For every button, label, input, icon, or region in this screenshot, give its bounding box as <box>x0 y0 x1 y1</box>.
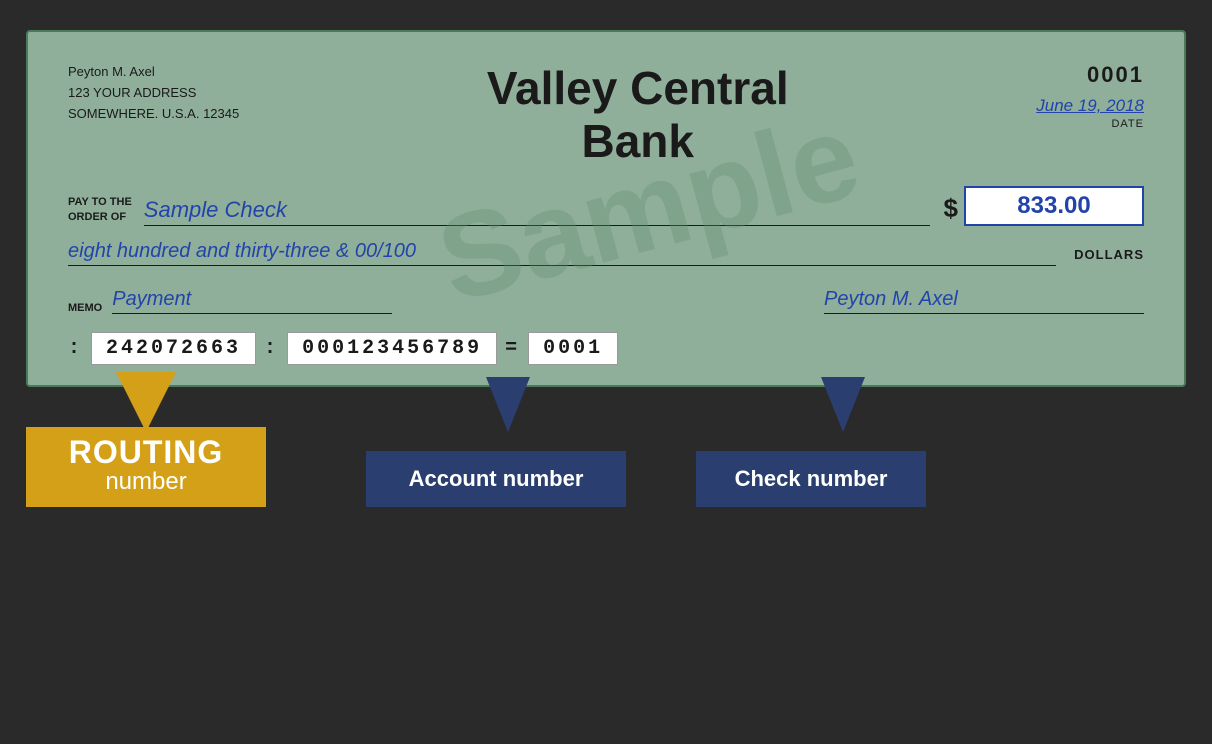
memo-section: MEMO Payment <box>68 288 392 314</box>
date-label: DATE <box>1111 118 1144 130</box>
bank-name-line1: Valley Central <box>487 62 789 115</box>
memo-signature-row: MEMO Payment Peyton M. Axel <box>68 288 1144 314</box>
micr-close: : <box>264 337 279 360</box>
micr-row: : 242072663 : 000123456789 = 0001 <box>68 332 1144 365</box>
check-arrow-icon <box>821 377 865 432</box>
bottom-labels-area: ROUTING number Account number Check numb… <box>26 387 1186 507</box>
micr-sep: = <box>505 337 520 360</box>
account-arrow-icon <box>486 377 530 432</box>
bank-name-line2: Bank <box>487 115 789 168</box>
check-top-row: Peyton M. Axel 123 YOUR ADDRESS SOMEWHER… <box>68 62 1144 168</box>
check-number-label: Check number <box>735 466 888 492</box>
date-value: June 19, 2018 <box>1036 96 1144 116</box>
amount-section: $ 833.00 <box>944 186 1144 226</box>
payee-name: Sample Check <box>144 197 287 222</box>
date-section: June 19, 2018 DATE <box>1036 96 1144 130</box>
written-amount-line: eight hundred and thirty-three & 00/100 <box>68 240 1056 266</box>
owner-info: Peyton M. Axel 123 YOUR ADDRESS SOMEWHER… <box>68 62 239 124</box>
routing-label-top: ROUTING <box>69 436 224 468</box>
routing-label-bottom: number <box>105 468 186 497</box>
check-number-badge: Check number <box>696 451 926 507</box>
owner-name: Peyton M. Axel <box>68 62 239 83</box>
signature-section: Peyton M. Axel <box>824 288 1144 314</box>
dollar-sign: $ <box>944 193 958 224</box>
micr-account-number: 000123456789 <box>287 332 497 365</box>
signature-line: Peyton M. Axel <box>824 288 1144 314</box>
account-number-badge: Account number <box>366 451 626 507</box>
pay-to-row: PAY TO THEORDER OF Sample Check $ 833.00 <box>68 186 1144 226</box>
bank-name: Valley Central Bank <box>487 62 789 168</box>
memo-value: Payment <box>112 288 191 310</box>
micr-open: : <box>68 337 83 360</box>
account-number-label: Account number <box>409 466 584 492</box>
check: Sample Peyton M. Axel 123 YOUR ADDRESS S… <box>26 30 1186 387</box>
written-amount: eight hundred and thirty-three & 00/100 <box>68 240 416 262</box>
written-amount-row: eight hundred and thirty-three & 00/100 … <box>68 240 1144 266</box>
check-number-display: 0001 <box>1036 62 1144 88</box>
pay-to-line: Sample Check <box>144 197 930 226</box>
pay-to-label: PAY TO THEORDER OF <box>68 195 132 226</box>
routing-badge: ROUTING number <box>26 427 266 507</box>
routing-arrow-icon <box>116 372 176 432</box>
dollars-label: DOLLARS <box>1074 247 1144 266</box>
check-top-right: 0001 June 19, 2018 DATE <box>1036 62 1144 130</box>
memo-line: Payment <box>112 288 392 314</box>
micr-routing-number: 242072663 <box>91 332 256 365</box>
micr-check-number: 0001 <box>528 332 618 365</box>
signature-value: Peyton M. Axel <box>824 288 958 310</box>
address-line2: SOMEWHERE. U.S.A. 12345 <box>68 104 239 125</box>
memo-label: MEMO <box>68 302 102 314</box>
address-line1: 123 YOUR ADDRESS <box>68 83 239 104</box>
amount-box: 833.00 <box>964 186 1144 226</box>
